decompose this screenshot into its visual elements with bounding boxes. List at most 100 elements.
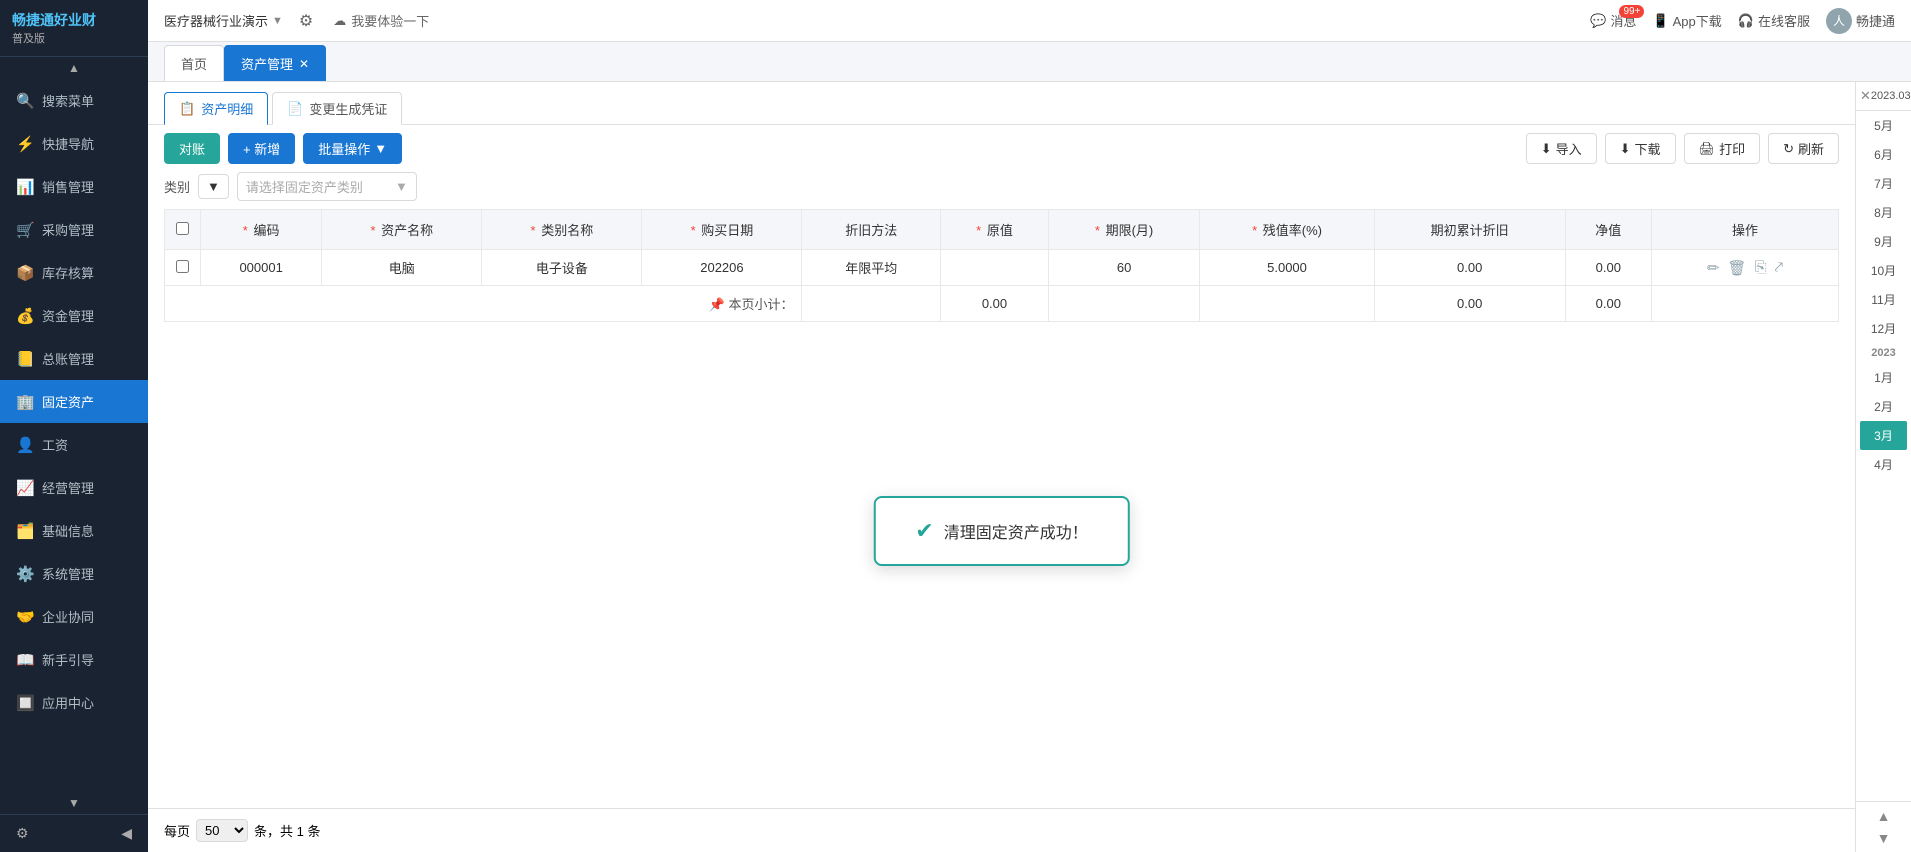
select-all-checkbox[interactable]	[176, 222, 189, 235]
timeline-month-9[interactable]: 9月	[1856, 227, 1911, 256]
company-selector[interactable]: 医疗器械行业演示 ▼	[164, 11, 283, 30]
app-download-btn[interactable]: 📱 App下载	[1652, 11, 1721, 30]
sidebar-scroll-up[interactable]: ▲	[0, 57, 148, 79]
timeline-month-11[interactable]: 11月	[1856, 285, 1911, 314]
sidebar-item-sales[interactable]: 📊 销售管理	[0, 165, 148, 208]
pagination: 每页 10 20 50 100 条，共 1 条	[148, 808, 1855, 852]
copy-icon[interactable]: ⎘	[1755, 259, 1767, 276]
success-toast: ✔ 清理固定资产成功！	[873, 496, 1129, 566]
sidebar-item-payroll[interactable]: 👤 工资	[0, 423, 148, 466]
timeline-panel: ✕ 2023.03 ⤢ 5月 6月 7月 8月 9月 10月	[1855, 82, 1911, 852]
sidebar-item-label: 基础信息	[42, 521, 94, 540]
timeline-down-icon[interactable]: ▼	[1877, 830, 1891, 846]
category-select[interactable]: ▼	[198, 174, 229, 199]
subtotal-residual	[1200, 286, 1375, 322]
row-residual-rate: 5.0000	[1200, 250, 1375, 286]
sub-tab-asset-detail[interactable]: 📋 资产明细	[164, 92, 268, 125]
tabs-bar: 首页 资产管理 ✕	[148, 42, 1911, 82]
row-checkbox-cell	[165, 250, 201, 286]
user-area[interactable]: 人 畅捷通	[1826, 8, 1895, 34]
sidebar-item-operations[interactable]: 📈 经营管理	[0, 466, 148, 509]
message-btn[interactable]: 💬 消息 99+	[1590, 11, 1636, 30]
sidebar-item-capital[interactable]: 💰 资金管理	[0, 294, 148, 337]
sidebar-item-search[interactable]: 🔍 搜索菜单	[0, 79, 148, 122]
subtotal-period	[1048, 286, 1199, 322]
new-btn[interactable]: + 新增	[228, 133, 295, 164]
category-input[interactable]: 请选择固定资产类别 ▼	[237, 172, 417, 201]
category-label: 类别	[164, 177, 190, 196]
sidebar-item-app-center[interactable]: 🔲 应用中心	[0, 681, 148, 724]
tab-home[interactable]: 首页	[164, 45, 224, 81]
header-checkbox-cell	[165, 210, 201, 250]
timeline-month-5[interactable]: 5月	[1856, 111, 1911, 140]
app-center-icon: 🔲	[16, 694, 34, 712]
download-btn[interactable]: ⬇ 下载	[1605, 133, 1676, 164]
subtotal-icon: 📌	[709, 297, 725, 312]
per-page-select[interactable]: 10 20 50 100	[196, 819, 248, 842]
timeline-month-10[interactable]: 10月	[1856, 256, 1911, 285]
purchase-icon: 🛒	[16, 221, 34, 239]
timeline-month-12[interactable]: 12月	[1856, 314, 1911, 343]
sidebar-item-guide[interactable]: 📖 新手引导	[0, 638, 148, 681]
sub-tabs: 📋 资产明细 📄 变更生成凭证	[148, 82, 1855, 125]
sidebar-item-label: 企业协同	[42, 607, 94, 626]
sidebar-item-inventory[interactable]: 📦 库存核算	[0, 251, 148, 294]
sidebar-item-system[interactable]: ⚙️ 系统管理	[0, 552, 148, 595]
sub-tab-change-voucher-label: 变更生成凭证	[309, 99, 387, 118]
header-depreciation-method: 折旧方法	[802, 210, 941, 250]
edit-icon[interactable]: ✏	[1707, 259, 1720, 277]
row-actions: ✏ 🗑 ⎘ ⤤	[1651, 250, 1838, 286]
table-row: 000001 电脑 电子设备 202206 年限平均 60 5.0000 0.0…	[165, 250, 1839, 286]
sidebar-bottom: ⚙ ◀	[0, 814, 148, 852]
import-btn[interactable]: ⬇ 导入	[1526, 133, 1597, 164]
timeline-year-marker: 2023	[1856, 343, 1911, 363]
batch-btn[interactable]: 批量操作 ▼	[303, 133, 402, 164]
settings-bottom-icon[interactable]: ⚙	[16, 825, 29, 842]
service-btn[interactable]: 🎧 在线客服	[1738, 11, 1810, 30]
message-badge: 99+	[1619, 5, 1644, 18]
header-initial-accumulated: 期初累计折旧	[1374, 210, 1565, 250]
timeline-month-6[interactable]: 6月	[1856, 140, 1911, 169]
timeline-up-icon[interactable]: ▲	[1877, 808, 1891, 824]
row-code: 000001	[201, 250, 322, 286]
sidebar-item-quick-nav[interactable]: ⚡ 快捷导航	[0, 122, 148, 165]
tab-close-icon[interactable]: ✕	[299, 57, 309, 71]
timeline-close-icon[interactable]: ✕	[1860, 88, 1871, 104]
sidebar-item-ledger[interactable]: 📒 总账管理	[0, 337, 148, 380]
timeline-month-7[interactable]: 7月	[1856, 169, 1911, 198]
sidebar-item-fixed-assets[interactable]: 🏢 固定资产	[0, 380, 148, 423]
sidebar-item-basic-info[interactable]: 🗂️ 基础信息	[0, 509, 148, 552]
refresh-btn[interactable]: ↻ 刷新	[1768, 133, 1839, 164]
header-actions: 操作	[1651, 210, 1838, 250]
header-period: * 期限(月)	[1048, 210, 1199, 250]
print-btn[interactable]: 🖨 打印	[1684, 133, 1761, 164]
topbar-right: 💬 消息 99+ 📱 App下载 🎧 在线客服 人 畅捷通	[1590, 8, 1895, 34]
timeline-month-1[interactable]: 1月	[1856, 363, 1911, 392]
sidebar-item-cooperation[interactable]: 🤝 企业协同	[0, 595, 148, 638]
row-purchase-date: 202206	[642, 250, 802, 286]
timeline-month-3-active[interactable]: 3月	[1860, 421, 1907, 450]
ledger-icon: 📒	[16, 350, 34, 368]
payroll-icon: 👤	[16, 436, 34, 454]
more-icon[interactable]: ⤤	[1775, 259, 1783, 276]
app-download-label: App下载	[1673, 11, 1722, 30]
sidebar-item-purchase[interactable]: 🛒 采购管理	[0, 208, 148, 251]
timeline-month-8[interactable]: 8月	[1856, 198, 1911, 227]
sidebar-logo: 畅捷通好业财 普及版	[0, 0, 148, 57]
asset-detail-icon: 📋	[179, 101, 195, 117]
collapse-icon[interactable]: ◀	[121, 825, 132, 842]
topbar-settings-icon[interactable]: ⚙	[299, 11, 313, 31]
subtotal-label: 本页小计：	[728, 297, 793, 312]
sub-tab-change-voucher[interactable]: 📄 变更生成凭证	[272, 92, 402, 125]
timeline-month-4[interactable]: 4月	[1856, 450, 1911, 479]
fixed-assets-icon: 🏢	[16, 393, 34, 411]
delete-icon[interactable]: 🗑	[1728, 259, 1747, 277]
row-checkbox[interactable]	[176, 260, 189, 273]
sidebar-scroll-down[interactable]: ▼	[0, 792, 148, 814]
row-original-value	[941, 250, 1049, 286]
account-btn[interactable]: 对账	[164, 133, 220, 164]
experience-btn[interactable]: ☁ 我要体验一下	[333, 11, 429, 30]
timeline-month-2[interactable]: 2月	[1856, 392, 1911, 421]
tab-asset-mgmt[interactable]: 资产管理 ✕	[224, 45, 326, 81]
timeline-bottom: ▲ ▼	[1856, 801, 1911, 852]
